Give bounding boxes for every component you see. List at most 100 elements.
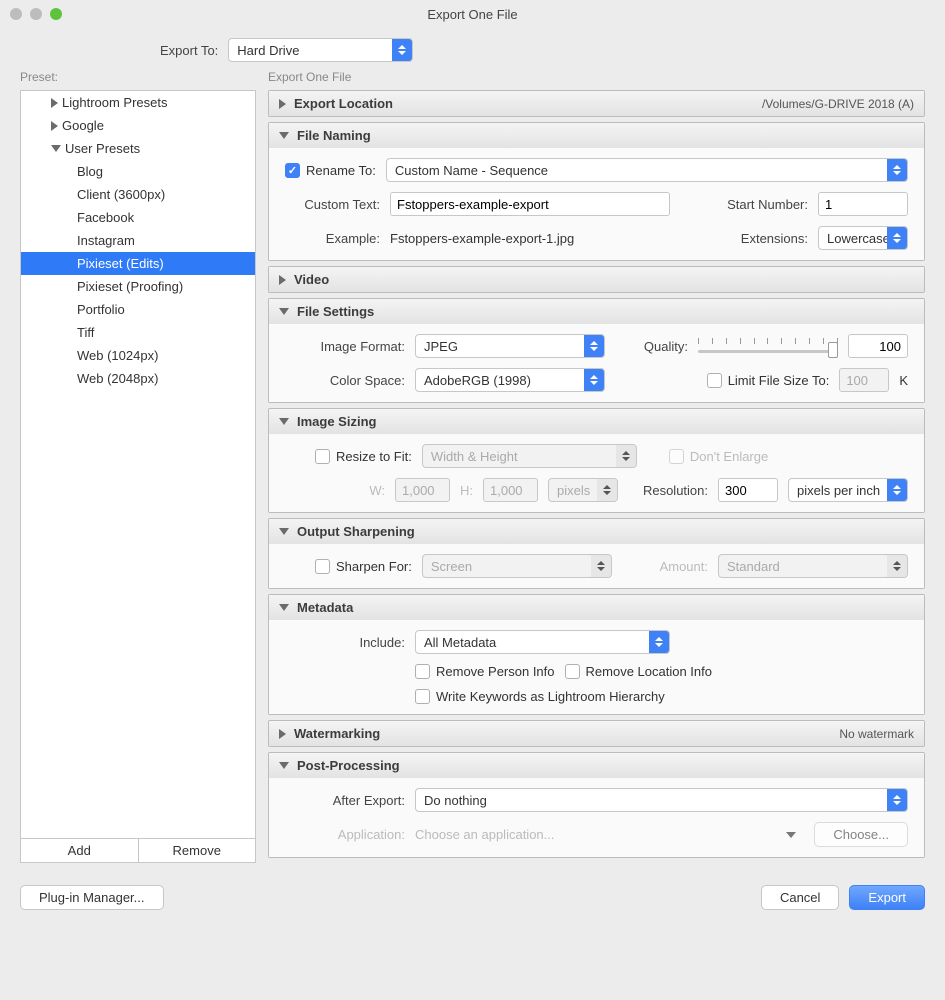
quality-slider[interactable] — [698, 336, 838, 356]
w-label: W: — [285, 483, 385, 498]
preset-item-selected[interactable]: Pixieset (Edits) — [21, 252, 255, 275]
rename-to-checkbox[interactable]: Rename To: — [285, 163, 376, 178]
cancel-button[interactable]: Cancel — [761, 885, 839, 910]
panel-title: Watermarking — [294, 726, 380, 741]
remove-person-checkbox[interactable]: Remove Person Info — [415, 664, 555, 679]
limit-filesize-label: Limit File Size To: — [728, 373, 830, 388]
sharpen-for-checkbox[interactable]: Sharpen For: — [315, 559, 412, 574]
resolution-input[interactable] — [718, 478, 778, 502]
preset-list[interactable]: Lightroom Presets Google User Presets Bl… — [20, 90, 256, 839]
panel-header-metadata[interactable]: Metadata — [269, 595, 924, 620]
panel-title: Video — [294, 272, 329, 287]
resolution-unit-select[interactable]: pixels per inch — [788, 478, 908, 502]
chevron-updown-icon — [887, 479, 907, 501]
amount-select: Standard — [718, 554, 908, 578]
extensions-label: Extensions: — [741, 231, 808, 246]
include-label: Include: — [285, 635, 405, 650]
start-number-input[interactable] — [818, 192, 908, 216]
tree-label: Google — [62, 118, 104, 133]
rename-scheme-select[interactable]: Custom Name - Sequence — [386, 158, 908, 182]
panel-file-naming: File Naming Rename To: Custom Name - Seq… — [268, 122, 925, 261]
amount-label: Amount: — [660, 559, 708, 574]
color-space-value: AdobeRGB (1998) — [415, 368, 605, 392]
remove-location-checkbox[interactable]: Remove Location Info — [565, 664, 712, 679]
disclosure-down-icon — [279, 604, 289, 611]
panel-title: Post-Processing — [297, 758, 400, 773]
image-format-select[interactable]: JPEG — [415, 334, 605, 358]
window-title: Export One File — [0, 7, 945, 22]
limit-filesize-input[interactable] — [839, 368, 889, 392]
right-title: Export One File — [268, 70, 925, 84]
panel-header-file-naming[interactable]: File Naming — [269, 123, 924, 148]
slider-thumb[interactable] — [828, 342, 838, 358]
preset-group-google[interactable]: Google — [21, 114, 255, 137]
chevron-updown-icon — [584, 335, 604, 357]
disclosure-right-icon — [279, 99, 286, 109]
image-format-value: JPEG — [415, 334, 605, 358]
color-space-label: Color Space: — [285, 373, 405, 388]
disclosure-down-icon — [279, 132, 289, 139]
panel-video: Video — [268, 266, 925, 293]
plugin-manager-button[interactable]: Plug-in Manager... — [20, 885, 164, 910]
resolution-label: Resolution: — [643, 483, 708, 498]
quality-input[interactable] — [848, 334, 908, 358]
export-to-select[interactable]: Hard Drive — [228, 38, 413, 62]
remove-preset-button[interactable]: Remove — [139, 839, 256, 862]
custom-text-input[interactable] — [390, 192, 670, 216]
preset-label: Preset: — [20, 70, 256, 84]
add-preset-button[interactable]: Add — [21, 839, 139, 862]
sharpen-for-label: Sharpen For: — [336, 559, 412, 574]
chevron-updown-icon — [887, 159, 907, 181]
preset-group-lightroom[interactable]: Lightroom Presets — [21, 91, 255, 114]
tree-label: Pixieset (Proofing) — [77, 279, 183, 294]
write-keywords-checkbox[interactable]: Write Keywords as Lightroom Hierarchy — [415, 689, 665, 704]
preset-item[interactable]: Blog — [21, 160, 255, 183]
checkbox-icon — [315, 449, 330, 464]
extensions-select[interactable]: Lowercase — [818, 226, 908, 250]
checkbox-icon — [669, 449, 684, 464]
panel-header-output-sharpening[interactable]: Output Sharpening — [269, 519, 924, 544]
checkbox-icon — [565, 664, 580, 679]
panel-title: Export Location — [294, 96, 393, 111]
disclosure-down-icon — [279, 418, 289, 425]
sharpen-for-select: Screen — [422, 554, 612, 578]
panel-header-image-sizing[interactable]: Image Sizing — [269, 409, 924, 434]
preset-item[interactable]: Client (3600px) — [21, 183, 255, 206]
disclosure-down-icon — [279, 528, 289, 535]
export-button[interactable]: Export — [849, 885, 925, 910]
preset-item[interactable]: Facebook — [21, 206, 255, 229]
preset-item[interactable]: Tiff — [21, 321, 255, 344]
rename-to-label: Rename To: — [306, 163, 376, 178]
panel-header-export-location[interactable]: Export Location /Volumes/G-DRIVE 2018 (A… — [269, 91, 924, 116]
tree-label: User Presets — [65, 141, 140, 156]
include-select[interactable]: All Metadata — [415, 630, 670, 654]
export-to-label: Export To: — [160, 43, 218, 58]
preset-group-user[interactable]: User Presets — [21, 137, 255, 160]
size-unit-select: pixels — [548, 478, 618, 502]
preset-item[interactable]: Pixieset (Proofing) — [21, 275, 255, 298]
limit-filesize-checkbox[interactable]: Limit File Size To: — [707, 373, 830, 388]
preset-item[interactable]: Web (1024px) — [21, 344, 255, 367]
chevron-updown-icon — [591, 555, 611, 577]
dont-enlarge-label: Don't Enlarge — [690, 449, 768, 464]
after-export-select[interactable]: Do nothing — [415, 788, 908, 812]
panel-header-watermarking[interactable]: Watermarking No watermark — [269, 721, 924, 746]
resize-to-fit-checkbox[interactable]: Resize to Fit: — [315, 449, 412, 464]
tree-label: Lightroom Presets — [62, 95, 168, 110]
preset-item[interactable]: Web (2048px) — [21, 367, 255, 390]
tree-label: Facebook — [77, 210, 134, 225]
preset-item[interactable]: Instagram — [21, 229, 255, 252]
preset-item[interactable]: Portfolio — [21, 298, 255, 321]
after-export-label: After Export: — [285, 793, 405, 808]
panel-header-video[interactable]: Video — [269, 267, 924, 292]
panel-header-file-settings[interactable]: File Settings — [269, 299, 924, 324]
color-space-select[interactable]: AdobeRGB (1998) — [415, 368, 605, 392]
remove-location-label: Remove Location Info — [586, 664, 712, 679]
resize-mode-select: Width & Height — [422, 444, 637, 468]
tree-label: Tiff — [77, 325, 94, 340]
disclosure-right-icon — [279, 275, 286, 285]
tree-label: Blog — [77, 164, 103, 179]
chevron-updown-icon — [392, 39, 412, 61]
panel-header-post-processing[interactable]: Post-Processing — [269, 753, 924, 778]
disclosure-right-icon — [51, 121, 58, 131]
